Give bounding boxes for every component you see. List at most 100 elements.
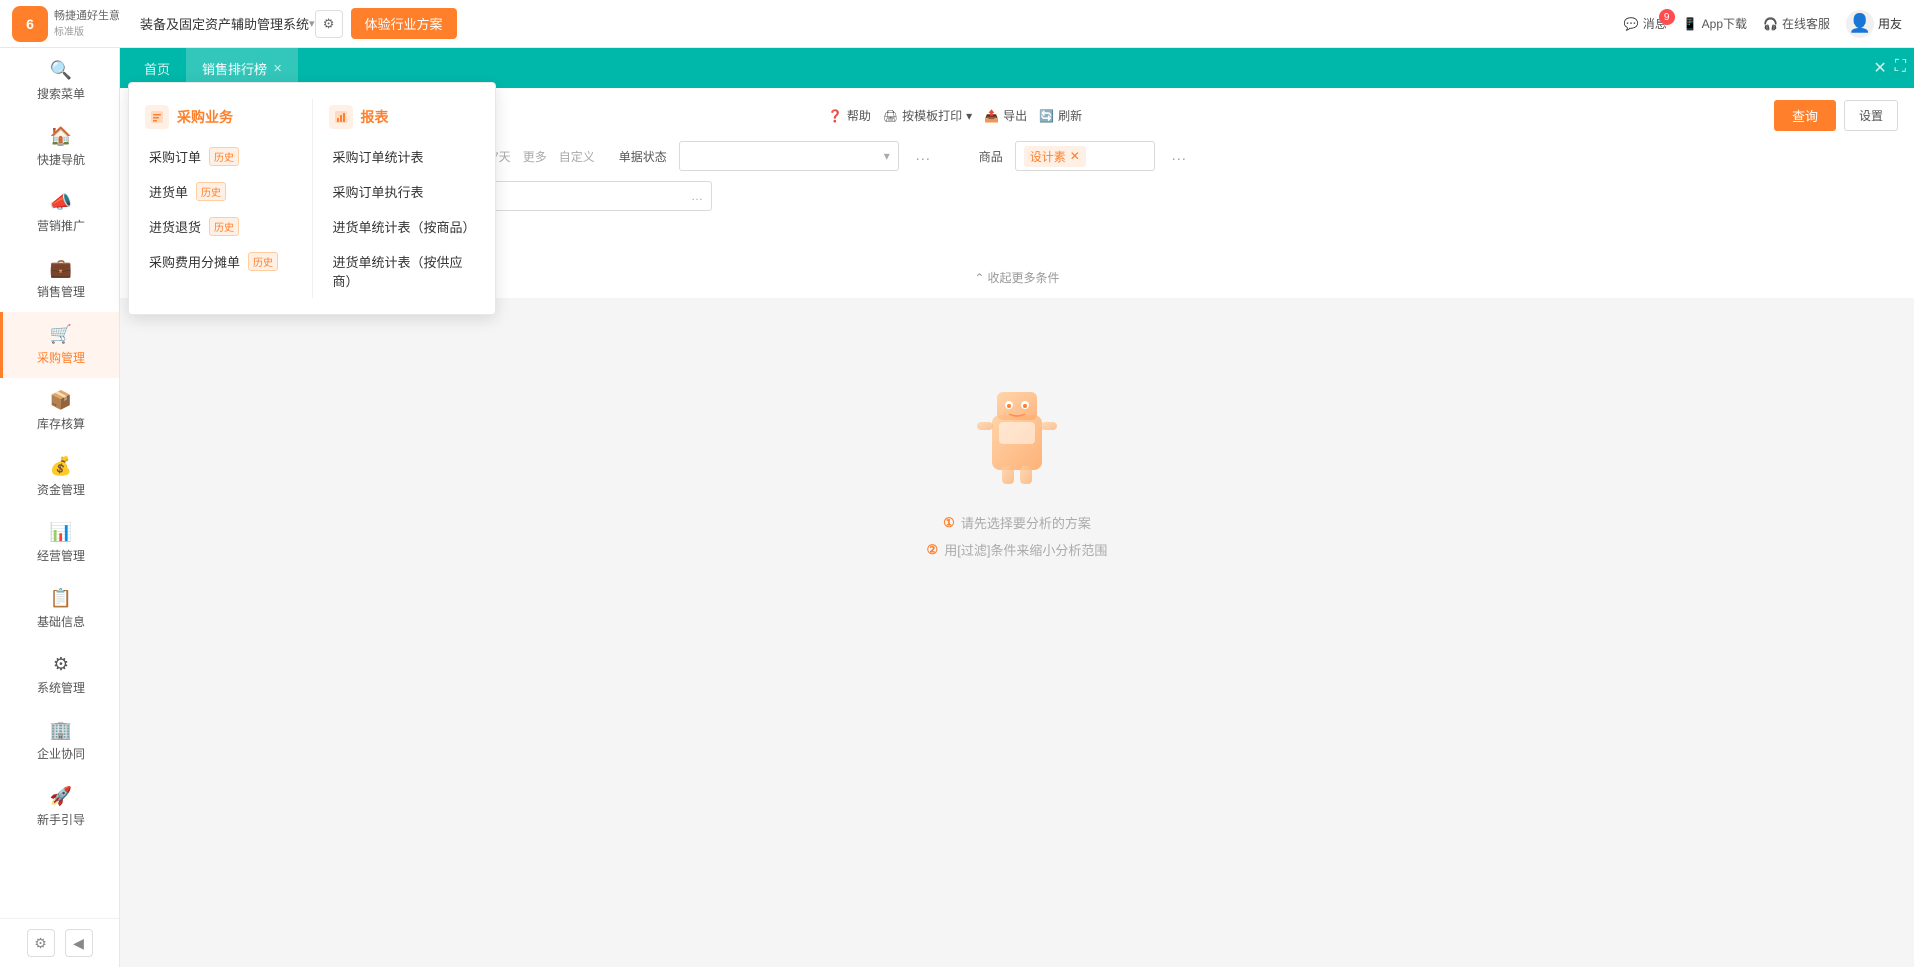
goods-dots[interactable]: … (1171, 147, 1187, 165)
tab-expand-btn[interactable]: ⛶ (1895, 58, 1906, 78)
empty-hint-1: ① 请先选择要分析的方案 (943, 513, 1091, 532)
marketing-icon: 📣 (50, 192, 72, 213)
dropdown-item-purchase-order[interactable]: 采购订单 历史 (145, 139, 296, 174)
status-chevron: ▾ (884, 149, 890, 163)
dropdown-item-purchase-expense[interactable]: 采购费用分摊单 历史 (145, 244, 296, 279)
help-btn[interactable]: ❓ 帮助 (828, 107, 871, 124)
sidebar-item-finance[interactable]: 💰 资金管理 (0, 444, 119, 510)
status-dots[interactable]: … (915, 147, 931, 165)
chevron-up-icon: ⌃ (974, 271, 984, 285)
message-btn[interactable]: 💬 消息 9 (1624, 15, 1667, 32)
export-label: 导出 (1003, 107, 1027, 124)
inventory-icon: 📦 (50, 390, 72, 411)
sidebar-label-guide: 新手引导 (37, 811, 85, 828)
dropdown-item-purchase-order-stat[interactable]: 采购订单统计表 (329, 139, 480, 174)
dropdown-col-purchase: 采购业务 采购订单 历史 进货单 历史 进货退货 历史 (129, 99, 312, 298)
avatar: 👤 (1846, 10, 1874, 38)
goods-in-label: 进货单 (149, 182, 188, 201)
finance-icon: 💰 (50, 456, 72, 477)
purchase-dropdown-menu: 采购业务 采购订单 历史 进货单 历史 进货退货 历史 (128, 82, 496, 315)
sidebar-label-sales: 销售管理 (37, 283, 85, 300)
goods-in-history: 历史 (196, 182, 226, 201)
service-label: 在线客服 (1782, 15, 1830, 32)
goods-tag-close[interactable]: ✕ (1070, 149, 1080, 163)
salesperson-input[interactable]: … (492, 181, 712, 211)
report-col-icon (329, 105, 353, 129)
gear-icon: ⚙ (34, 935, 47, 952)
sidebar-collapse-btn[interactable]: ◀ (65, 929, 93, 957)
basic-icon: 📋 (50, 588, 72, 609)
enterprise-icon: 🏢 (50, 720, 72, 741)
sales-icon: 💼 (50, 258, 72, 279)
home-icon: 🏠 (50, 126, 72, 147)
online-service-btn[interactable]: 🎧 在线客服 (1763, 15, 1830, 32)
date-custom[interactable]: 自定义 (559, 148, 595, 165)
sidebar-bottom: ⚙ ◀ (0, 918, 119, 967)
sidebar-item-system[interactable]: ⚙ 系统管理 (0, 642, 119, 708)
goods-label: 商品 (943, 148, 1003, 165)
sys-chevron-icon[interactable]: ▾ (309, 17, 315, 30)
collapse-btn[interactable]: ⌃ 收起更多条件 (974, 269, 1059, 286)
collapse-label: 收起更多条件 (988, 269, 1060, 286)
query-btn[interactable]: 查询 (1774, 100, 1836, 131)
export-icon: 📤 (984, 109, 999, 123)
dropdown-item-purchase-order-exec[interactable]: 采购订单执行表 (329, 174, 480, 209)
operations-icon: 📊 (50, 522, 72, 543)
logo-area: 6 畅捷通好生意 标准版 (12, 6, 132, 42)
date-more[interactable]: 更多 (523, 148, 547, 165)
empty-state: ① 请先选择要分析的方案 ② 用[过滤]条件来缩小分析范围 (120, 300, 1914, 639)
report-col-title: 报表 (329, 99, 480, 139)
collapse-icon: ◀ (73, 935, 84, 952)
sidebar-item-marketing[interactable]: 📣 营销推广 (0, 180, 119, 246)
guide-icon: 🚀 (50, 786, 72, 807)
industry-btn[interactable]: 体验行业方案 (351, 8, 457, 39)
download-icon: 📱 (1683, 17, 1698, 31)
sidebar-item-operations[interactable]: 📊 经营管理 (0, 510, 119, 576)
dropdown-col-report: 报表 采购订单统计表 采购订单执行表 进货单统计表（按商品） 进货单统计表（按供… (312, 99, 496, 298)
tab-close-all-btn[interactable]: ✕ (1873, 58, 1886, 78)
dropdown-item-goods-return[interactable]: 进货退货 历史 (145, 209, 296, 244)
refresh-icon: 🔄 (1039, 109, 1054, 123)
refresh-btn[interactable]: 🔄 刷新 (1039, 107, 1082, 124)
sidebar-label-finance: 资金管理 (37, 481, 85, 498)
dropdown-item-goods-in-by-product[interactable]: 进货单统计表（按商品） (329, 209, 480, 244)
purchase-order-history: 历史 (209, 147, 239, 166)
empty-robot-svg (967, 380, 1067, 490)
sidebar-item-inventory[interactable]: 📦 库存核算 (0, 378, 119, 444)
dropdown-item-goods-in[interactable]: 进货单 历史 (145, 174, 296, 209)
app-download-btn[interactable]: 📱 App下载 (1683, 15, 1747, 32)
sidebar-item-sales[interactable]: 💼 销售管理 (0, 246, 119, 312)
sidebar-item-enterprise[interactable]: 🏢 企业协同 (0, 708, 119, 774)
dropdown-item-goods-in-by-supplier[interactable]: 进货单统计表（按供应商） (329, 244, 480, 298)
logo-name: 畅捷通好生意 (54, 9, 120, 23)
sidebar-item-search[interactable]: 🔍 搜索菜单 (0, 48, 119, 114)
sidebar-label-purchase: 采购管理 (37, 349, 85, 366)
purchase-expense-label: 采购费用分摊单 (149, 252, 240, 271)
status-input[interactable]: ▾ (679, 141, 899, 171)
tab-home-label: 首页 (144, 59, 170, 78)
export-btn[interactable]: 📤 导出 (984, 107, 1027, 124)
tab-close-btn[interactable]: ✕ (273, 62, 282, 75)
system-icon: ⚙ (53, 654, 69, 675)
sidebar-item-purchase[interactable]: 🛒 采购管理 (0, 312, 119, 378)
set-btn[interactable]: 设置 (1844, 100, 1898, 131)
salesperson-dots[interactable]: … (691, 189, 703, 203)
purchase-col-title: 采购业务 (145, 99, 296, 139)
sidebar-item-basic[interactable]: 📋 基础信息 (0, 576, 119, 642)
tab-bar-right: ✕ ⛶ (1873, 58, 1906, 78)
sidebar-label-system: 系统管理 (37, 679, 85, 696)
main-layout: 🔍 搜索菜单 🏠 快捷导航 📣 营销推广 💼 销售管理 🛒 采购管理 📦 库存核… (0, 48, 1914, 967)
download-label: App下载 (1702, 15, 1747, 32)
print-chevron: ▾ (966, 109, 972, 123)
header-settings-btn[interactable]: ⚙ (315, 10, 343, 38)
sidebar-item-quick[interactable]: 🏠 快捷导航 (0, 114, 119, 180)
print-btn[interactable]: 🖨 按模板打印 ▾ (883, 107, 972, 124)
sidebar: 🔍 搜索菜单 🏠 快捷导航 📣 营销推广 💼 销售管理 🛒 采购管理 📦 库存核… (0, 48, 120, 967)
sidebar-item-guide[interactable]: 🚀 新手引导 (0, 774, 119, 840)
sidebar-settings-btn[interactable]: ⚙ (27, 929, 55, 957)
settings-icon: ⚙ (323, 16, 335, 32)
sidebar-label-quick: 快捷导航 (37, 151, 85, 168)
goods-return-history: 历史 (209, 217, 239, 236)
goods-input[interactable]: 设计素 ✕ (1015, 141, 1155, 171)
user-btn[interactable]: 👤 用友 (1846, 10, 1902, 38)
